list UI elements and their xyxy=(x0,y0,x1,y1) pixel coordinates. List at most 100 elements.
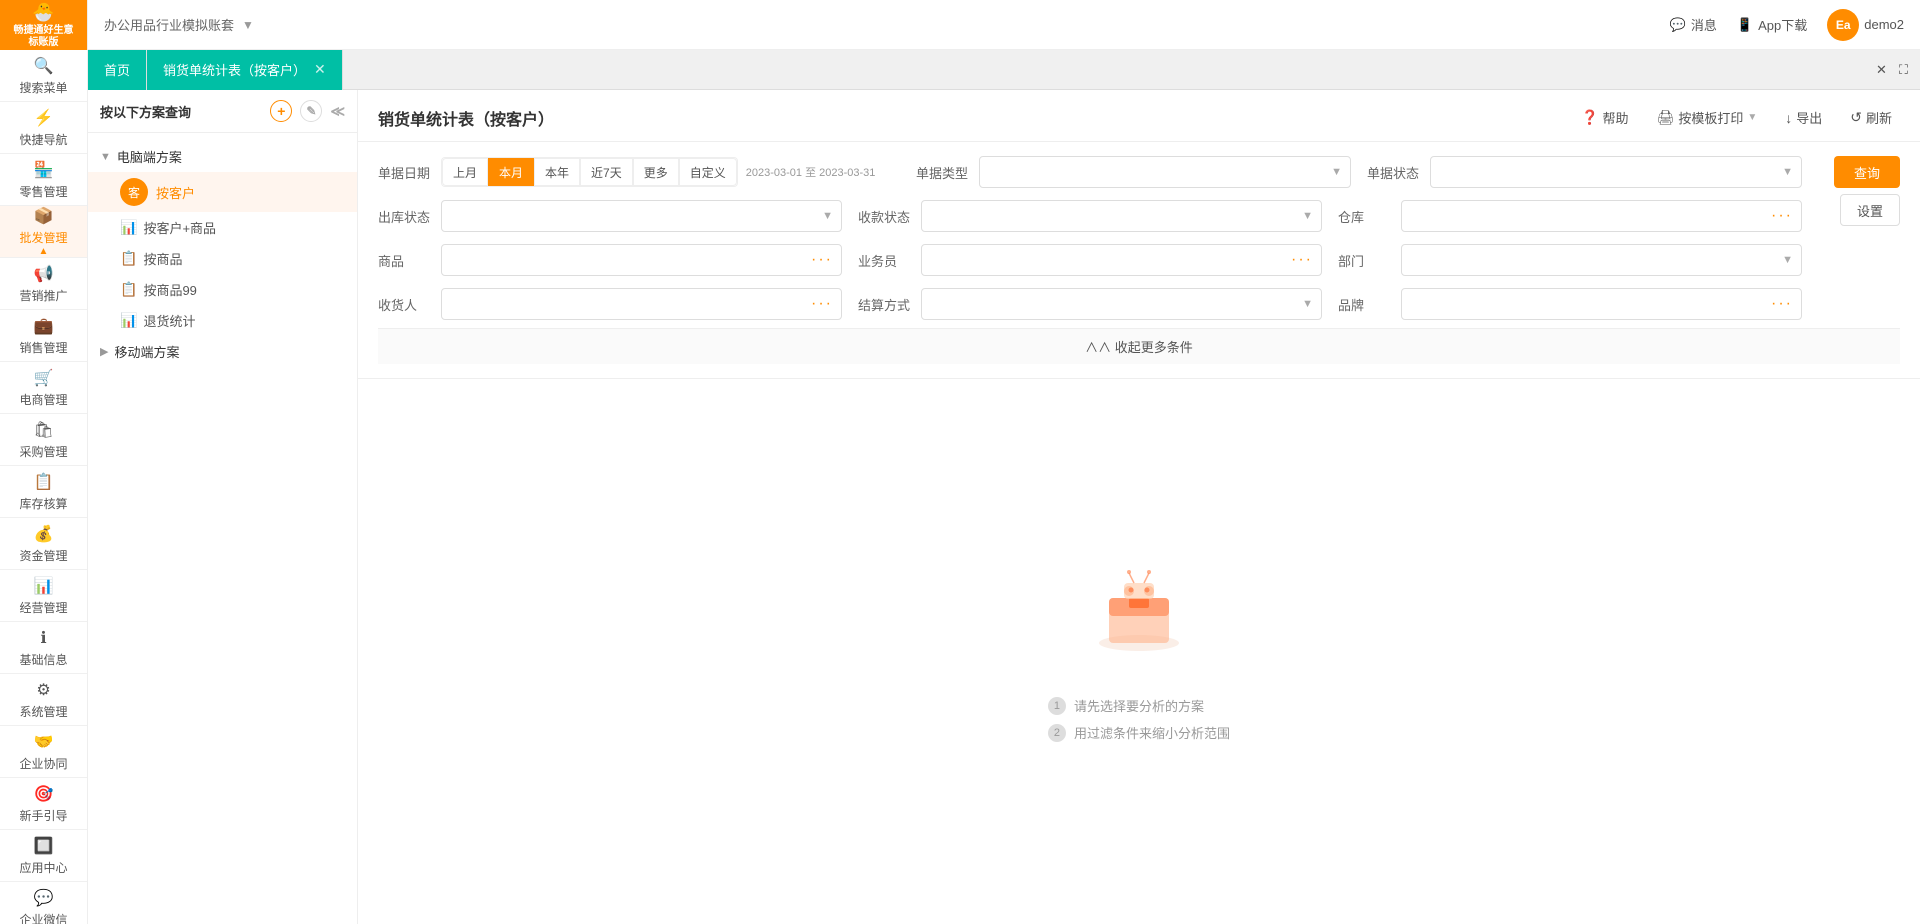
quick-icon: ⚡ xyxy=(34,108,54,128)
collapse-more-btn[interactable]: ∧∧ 收起更多条件 xyxy=(378,328,1900,364)
app-download-btn[interactable]: 📱 App下载 xyxy=(1737,15,1807,34)
tab-home[interactable]: 首页 xyxy=(88,50,147,90)
sidebar-item-label: 零售管理 xyxy=(19,183,67,200)
sidebar-item-finance[interactable]: 💰 资金管理 xyxy=(0,518,87,570)
scheme-by-customer-goods[interactable]: 📊 按客户+商品 xyxy=(88,212,357,243)
expand-arrow-icon: ▼ xyxy=(100,151,111,163)
close-window-icon[interactable]: ✕ xyxy=(1876,62,1887,78)
sidebar-item-search[interactable]: 🔍 搜索菜单 xyxy=(0,50,87,102)
sidebar-item-sales[interactable]: 💼 销售管理 xyxy=(0,310,87,362)
salesperson-dropdown[interactable]: ··· xyxy=(921,244,1322,276)
tab-sales-stats[interactable]: 销货单统计表（按客户） ✕ xyxy=(147,50,343,90)
settings-btn[interactable]: 设置 xyxy=(1840,194,1900,226)
sidebar: 🐣 畅捷通好生意 标账版 🔍 搜索菜单 ⚡ 快捷导航 🏪 零售管理 📦 批发管理… xyxy=(0,0,88,924)
goods-label: 商品 xyxy=(378,251,433,270)
sidebar-item-basic[interactable]: ℹ 基础信息 xyxy=(0,622,87,674)
date-btn-this-year[interactable]: 本年 xyxy=(534,158,580,186)
page-title-bar: 销货单统计表（按客户） ❓ 帮助 🖨 按模板打印 ▼ ↓ 导出 xyxy=(358,90,1920,142)
tab-close-icon[interactable]: ✕ xyxy=(314,61,326,78)
sidebar-item-ecommerce[interactable]: 🛒 电商管理 xyxy=(0,362,87,414)
brand-dropdown[interactable]: ··· xyxy=(1401,288,1802,320)
ecommerce-icon: 🛒 xyxy=(34,368,54,388)
operation-icon: 📊 xyxy=(34,576,54,596)
department-dropdown[interactable]: ▼ xyxy=(1401,244,1802,276)
department-arrow-icon: ▼ xyxy=(1782,254,1793,266)
empty-state: 1 请先选择要分析的方案 2 用过滤条件来缩小分析范围 xyxy=(358,379,1920,924)
scheme-by-goods-99[interactable]: 📋 按商品99 xyxy=(88,274,357,305)
desktop-scheme-parent[interactable]: ▼ 电脑端方案 xyxy=(88,141,357,172)
sidebar-item-operation[interactable]: 📊 经营管理 xyxy=(0,570,87,622)
template-print-btn[interactable]: 🖨 按模板打印 ▼ xyxy=(1649,104,1766,131)
receipt-status-item: 收款状态 ▼ xyxy=(858,200,1322,232)
filter-area: 单据日期 上月 本月 本年 近7天 更多 自定义 xyxy=(358,142,1920,379)
salesperson-dots-icon: ··· xyxy=(1291,251,1313,269)
sidebar-item-retail[interactable]: 🏪 零售管理 xyxy=(0,154,87,206)
tip-text-2: 用过滤条件来缩小分析范围 xyxy=(1074,723,1230,742)
collapse-panel-btn[interactable]: ≪ xyxy=(330,103,345,120)
avatar: Ea xyxy=(1827,9,1859,41)
sidebar-item-label: 销售管理 xyxy=(19,339,67,356)
sidebar-item-quick-nav[interactable]: ⚡ 快捷导航 xyxy=(0,102,87,154)
sidebar-item-wechat[interactable]: 💬 企业微信 xyxy=(0,882,87,924)
date-btn-more[interactable]: 更多 xyxy=(633,158,679,186)
brand-item: 品牌 ··· xyxy=(1338,288,1802,320)
sidebar-item-newbie[interactable]: 🎯 新手引导 xyxy=(0,778,87,830)
recipient-dots-icon: ··· xyxy=(811,295,833,313)
refresh-btn[interactable]: ↺ 刷新 xyxy=(1842,104,1900,131)
edit-scheme-btn[interactable]: ✎ xyxy=(300,100,322,122)
sidebar-item-apps[interactable]: 🔲 应用中心 xyxy=(0,830,87,882)
table-icon2: 📋 xyxy=(120,281,137,298)
mobile-scheme-label: 移动端方案 xyxy=(114,342,179,361)
warehouse-dropdown[interactable]: ··· xyxy=(1401,200,1802,232)
recipient-dropdown[interactable]: ··· xyxy=(441,288,842,320)
scheme-return-stats[interactable]: 📊 退货统计 xyxy=(88,305,357,336)
date-btn-this-month[interactable]: 本月 xyxy=(488,158,534,186)
by-goods-99-label: 按商品99 xyxy=(143,280,196,299)
sidebar-item-purchase[interactable]: 🛍 采购管理 xyxy=(0,414,87,466)
date-btn-7days[interactable]: 近7天 xyxy=(580,158,633,186)
wholesale-icon: 📦 xyxy=(34,206,54,226)
sidebar-item-enterprise[interactable]: 🤝 企业协同 xyxy=(0,726,87,778)
scheme-by-customer[interactable]: 客 按客户 xyxy=(88,172,357,212)
filter-row-1: 单据日期 上月 本月 本年 近7天 更多 自定义 xyxy=(378,156,1802,188)
settle-dropdown[interactable]: ▼ xyxy=(921,288,1322,320)
date-btn-custom[interactable]: 自定义 xyxy=(679,158,737,186)
message-btn[interactable]: 💬 消息 xyxy=(1670,15,1717,34)
mobile-scheme-parent[interactable]: ▶ 移动端方案 xyxy=(88,336,357,367)
add-scheme-btn[interactable]: + xyxy=(270,100,292,122)
date-label: 单据日期 xyxy=(378,163,433,182)
sidebar-item-system[interactable]: ⚙ 系统管理 xyxy=(0,674,87,726)
out-status-dropdown[interactable]: ▼ xyxy=(441,200,842,232)
department-label: 部门 xyxy=(1338,251,1393,270)
date-btn-last-month[interactable]: 上月 xyxy=(442,158,488,186)
scheme-tree: ▼ 电脑端方案 客 按客户 📊 按客户+商品 📋 按商品 xyxy=(88,133,357,375)
goods-dropdown[interactable]: ··· xyxy=(441,244,842,276)
warehouse-label: 仓库 xyxy=(1338,207,1393,226)
sidebar-item-label: 采购管理 xyxy=(19,443,67,460)
sidebar-item-marketing[interactable]: 📢 营销推广 xyxy=(0,258,87,310)
sidebar-item-wholesale[interactable]: 📦 批发管理 ▲ xyxy=(0,206,87,258)
return-stats-label: 退货统计 xyxy=(143,311,195,330)
user-profile[interactable]: Ea demo2 xyxy=(1827,9,1904,41)
receipt-status-dropdown[interactable]: ▼ xyxy=(921,200,1322,232)
export-btn[interactable]: ↓ 导出 xyxy=(1777,104,1830,131)
bar-chart-icon: 📊 xyxy=(120,219,137,236)
sidebar-item-inventory[interactable]: 📋 库存核算 xyxy=(0,466,87,518)
goods-dots-icon: ··· xyxy=(811,251,833,269)
out-status-item: 出库状态 ▼ xyxy=(378,200,842,232)
order-type-dropdown[interactable]: ▼ xyxy=(979,156,1351,188)
scheme-by-goods[interactable]: 📋 按商品 xyxy=(88,243,357,274)
finance-icon: 💰 xyxy=(34,524,54,544)
sidebar-item-label: 应用中心 xyxy=(19,859,67,876)
sidebar-item-label: 基础信息 xyxy=(19,651,67,668)
sidebar-item-label: 系统管理 xyxy=(19,703,67,720)
sidebar-item-label: 经营管理 xyxy=(19,599,67,616)
maximize-icon[interactable]: ⛶ xyxy=(1899,62,1908,78)
help-btn[interactable]: ❓ 帮助 xyxy=(1573,104,1636,131)
query-btn[interactable]: 查询 xyxy=(1834,156,1900,188)
department-item: 部门 ▼ xyxy=(1338,244,1802,276)
help-icon: ❓ xyxy=(1581,109,1598,126)
order-status-dropdown[interactable]: ▼ xyxy=(1430,156,1802,188)
app-name: 畅捷通好生意 标账版 xyxy=(14,25,74,49)
date-range: 2023-03-01 至 2023-03-31 xyxy=(746,164,876,180)
